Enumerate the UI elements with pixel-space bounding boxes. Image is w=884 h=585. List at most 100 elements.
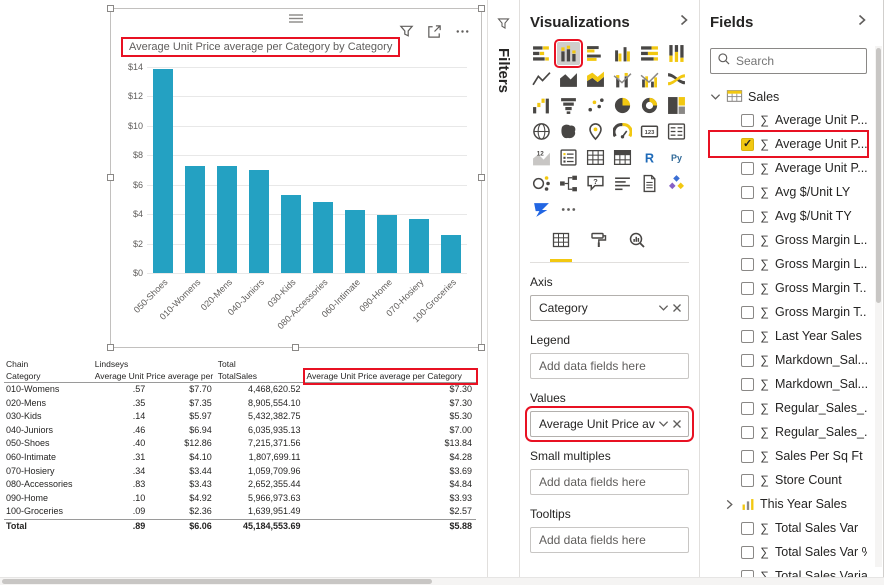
tab-format[interactable] <box>588 229 610 262</box>
field-item[interactable]: ∑Total Sales Varia... <box>710 564 867 577</box>
field-label[interactable]: Last Year Sales <box>775 329 862 343</box>
field-item[interactable]: ∑Avg $/Unit TY <box>710 204 867 228</box>
table-row[interactable]: 080-Accessories.83$3.432,652,355.44$4.84 <box>4 478 476 492</box>
axis-field-pill[interactable]: Category <box>530 295 689 321</box>
visual-type-donut-chart-icon[interactable] <box>638 94 661 117</box>
field-label[interactable]: Total Sales Varia... <box>775 569 867 577</box>
field-checkbox[interactable] <box>741 522 754 535</box>
selection-handle[interactable] <box>292 344 299 351</box>
field-checkbox[interactable] <box>741 210 754 223</box>
field-item[interactable]: ∑Average Unit P... <box>710 108 867 132</box>
field-label[interactable]: Average Unit P... <box>775 161 867 175</box>
field-item[interactable]: ∑Gross Margin L... <box>710 228 867 252</box>
field-item[interactable]: ∑Regular_Sales_... <box>710 420 867 444</box>
field-label[interactable]: Store Count <box>775 473 842 487</box>
table-row[interactable]: 060-Intimate.31$4.101,807,699.11$4.28 <box>4 451 476 465</box>
small-multiples-well[interactable]: Add data fields here <box>530 469 689 495</box>
chevron-down-icon[interactable] <box>658 420 669 428</box>
field-checkbox[interactable] <box>741 354 754 367</box>
bar-060-Intimate[interactable] <box>345 210 365 273</box>
selection-handle[interactable] <box>107 5 114 12</box>
table-row[interactable]: 040-Juniors.46$6.946,035,935.13$7.00 <box>4 424 476 438</box>
more-options-icon[interactable] <box>454 23 471 45</box>
bar-030-Kids[interactable] <box>281 195 301 273</box>
field-label[interactable]: Average Unit P... <box>775 137 867 151</box>
visual-type-waterfall-chart-icon[interactable] <box>530 94 553 117</box>
field-item[interactable]: ∑Store Count <box>710 468 867 492</box>
visual-type-scatter-chart-icon[interactable] <box>584 94 607 117</box>
field-item[interactable]: ∑Total Sales Var % <box>710 540 867 564</box>
visual-type-key-influencers-icon[interactable] <box>530 172 553 195</box>
visual-type-more-visuals-icon[interactable] <box>557 198 580 221</box>
filters-pane-collapsed[interactable]: Filters <box>487 0 520 577</box>
visual-type-slicer-icon[interactable] <box>557 146 580 169</box>
table-visual[interactable]: Chain Lindseys Total Category Average Un… <box>4 358 476 532</box>
field-label[interactable]: Markdown_Sal... <box>775 377 867 391</box>
field-label[interactable]: Markdown_Sal... <box>775 353 867 367</box>
visual-type-multi-row-card-icon[interactable] <box>665 120 688 143</box>
field-item[interactable]: ∑Last Year Sales <box>710 324 867 348</box>
field-label[interactable]: Total Sales Var <box>775 521 858 535</box>
visual-type-stacked-bar-chart-icon[interactable] <box>530 42 553 65</box>
selection-handle[interactable] <box>478 344 485 351</box>
bar-090-Home[interactable] <box>377 215 397 273</box>
fields-scrollbar[interactable] <box>875 46 882 567</box>
table-row[interactable]: 100-Groceries.09$2.361,639,951.49$2.57 <box>4 505 476 519</box>
table-row[interactable]: 010-Womens.57$7.704,468,620.52$7.30 <box>4 383 476 397</box>
field-label[interactable]: Regular_Sales_... <box>775 425 867 439</box>
visual-type-map-icon[interactable] <box>530 120 553 143</box>
column-chart-visual[interactable]: Average Unit Price average per Category … <box>110 8 482 348</box>
field-label[interactable]: Average Unit P... <box>775 113 867 127</box>
visual-type-area-chart-icon[interactable] <box>557 68 580 91</box>
visual-type-stacked-column-chart-icon[interactable] <box>557 42 580 65</box>
visual-type-clustered-bar-chart-icon[interactable] <box>584 42 607 65</box>
sales-table-node[interactable]: Sales <box>710 86 867 108</box>
field-checkbox[interactable] <box>741 402 754 415</box>
selection-handle[interactable] <box>107 344 114 351</box>
selection-handle[interactable] <box>478 5 485 12</box>
horizontal-scrollbar[interactable] <box>0 577 884 585</box>
field-label[interactable]: Avg $/Unit LY <box>775 185 850 199</box>
visual-type-card-icon[interactable]: 123 <box>638 120 661 143</box>
field-checkbox[interactable] <box>741 570 754 578</box>
table-row[interactable]: 020-Mens.35$7.358,905,554.10$7.30 <box>4 397 476 411</box>
visual-type-pie-chart-icon[interactable] <box>611 94 634 117</box>
tab-analytics[interactable] <box>626 229 648 262</box>
focus-mode-icon[interactable] <box>426 23 443 45</box>
report-canvas[interactable]: Average Unit Price average per Category … <box>0 0 487 577</box>
table-row[interactable]: 050-Shoes.40$12.867,215,371.56$13.84 <box>4 437 476 451</box>
field-item[interactable]: ∑Average Unit P... <box>710 132 867 156</box>
visual-type-python-visual-icon[interactable]: Py <box>665 146 688 169</box>
expand-filters-icon[interactable] <box>496 16 511 36</box>
bar-070-Hosiery[interactable] <box>409 219 429 273</box>
field-checkbox[interactable] <box>741 450 754 463</box>
field-label[interactable]: This Year Sales <box>760 497 847 511</box>
values-field-pill[interactable]: Average Unit Price avera <box>530 411 689 437</box>
visual-type-filled-map-icon[interactable] <box>557 120 580 143</box>
field-checkbox[interactable] <box>741 546 754 559</box>
field-item[interactable]: ∑Markdown_Sal... <box>710 348 867 372</box>
field-item[interactable]: ∑Regular_Sales_... <box>710 396 867 420</box>
field-checkbox[interactable] <box>741 474 754 487</box>
field-checkbox[interactable] <box>741 306 754 319</box>
bar-040-Juniors[interactable] <box>249 170 269 273</box>
field-item[interactable]: ∑Average Unit P... <box>710 156 867 180</box>
search-box[interactable] <box>710 48 867 74</box>
field-checkbox[interactable] <box>741 330 754 343</box>
field-label[interactable]: Gross Margin T... <box>775 281 867 295</box>
field-label[interactable]: Gross Margin L... <box>775 257 867 271</box>
visual-type-azure-map-icon[interactable] <box>584 120 607 143</box>
field-label[interactable]: Avg $/Unit TY <box>775 209 852 223</box>
field-checkbox[interactable] <box>741 426 754 439</box>
collapse-pane-icon[interactable] <box>857 13 867 31</box>
visual-type-paginated-report-icon[interactable] <box>638 172 661 195</box>
selection-handle[interactable] <box>478 174 485 181</box>
visual-type-hundred-stacked-bar-chart-icon[interactable] <box>638 42 661 65</box>
tab-fields[interactable] <box>550 229 572 262</box>
selection-handle[interactable] <box>107 174 114 181</box>
visual-type-funnel-chart-icon[interactable] <box>557 94 580 117</box>
visual-type-line-clustered-column-chart-icon[interactable] <box>638 68 661 91</box>
field-item[interactable]: ∑Gross Margin L... <box>710 252 867 276</box>
visual-type-line-chart-icon[interactable] <box>530 68 553 91</box>
bar-020-Mens[interactable] <box>217 166 237 273</box>
